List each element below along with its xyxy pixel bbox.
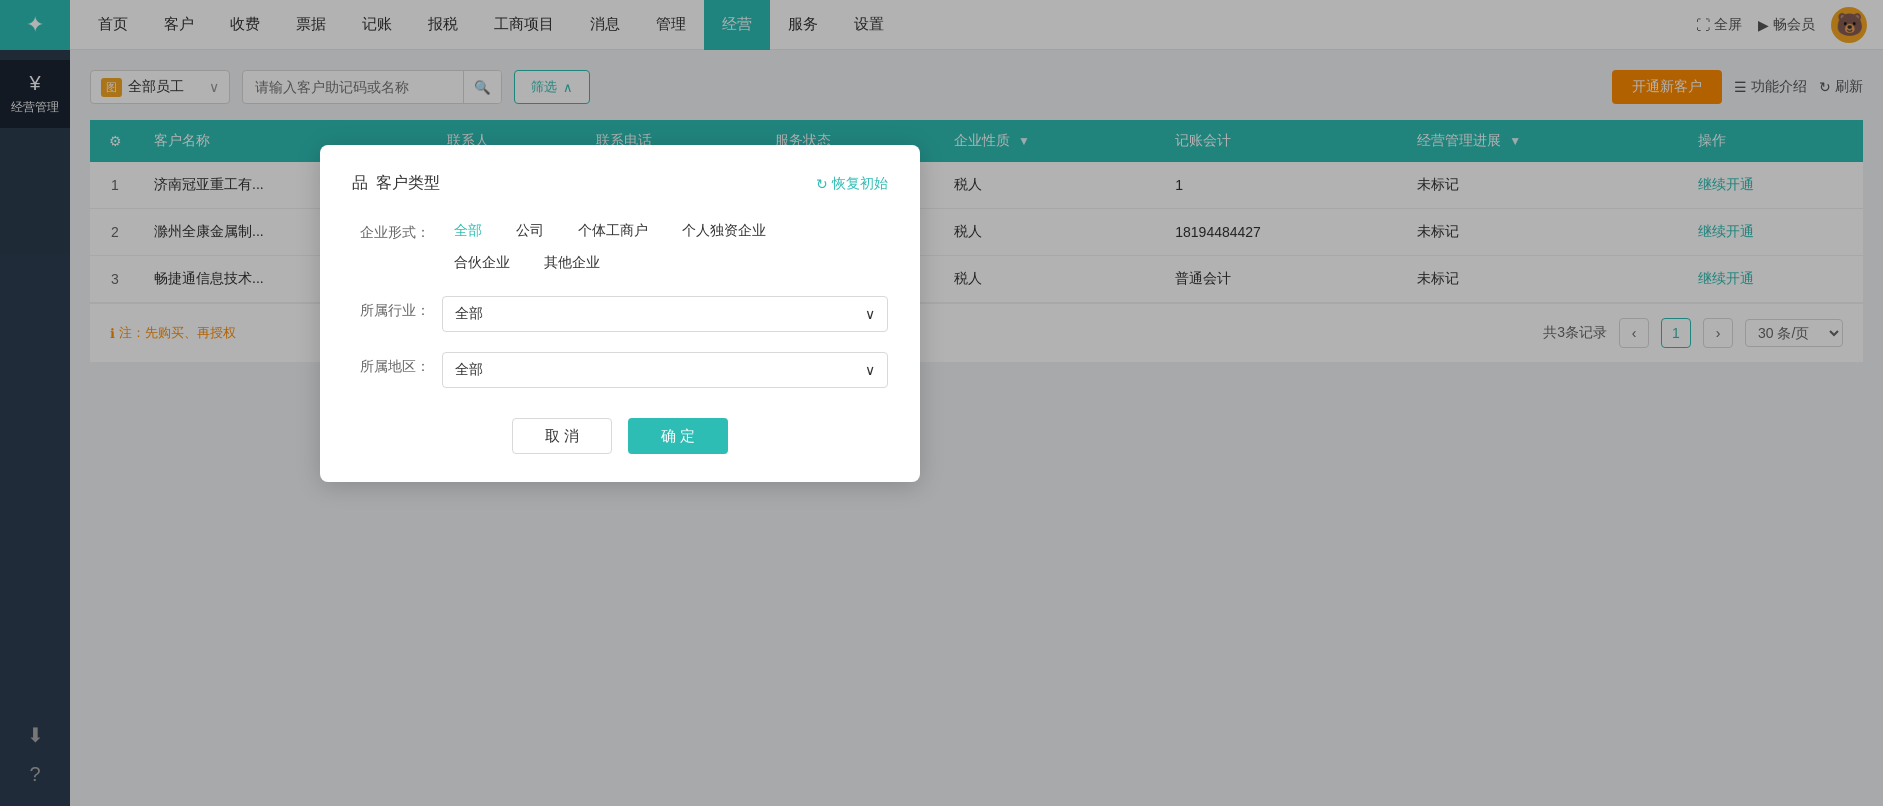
confirm-button[interactable]: 确 定: [628, 418, 728, 454]
filter-dialog: 品 客户类型 ↻ 恢复初始 企业形式： 全部 公司 个体工商户 个人独资企业 合…: [320, 145, 920, 482]
type-individual-business-button[interactable]: 个体工商户: [566, 218, 660, 244]
type-all-button[interactable]: 全部: [442, 218, 494, 244]
industry-dropdown-icon: ∨: [865, 306, 875, 322]
industry-label: 所属行业：: [352, 296, 442, 320]
filter-overlay: 品 客户类型 ↻ 恢复初始 企业形式： 全部 公司 个体工商户 个人独资企业 合…: [0, 0, 1883, 806]
region-row: 所属地区： 全部 ∨: [352, 352, 888, 388]
reset-icon: ↻: [816, 176, 828, 192]
filter-dialog-footer: 取 消 确 定: [352, 418, 888, 454]
type-partnership-button[interactable]: 合伙企业: [442, 250, 522, 276]
industry-select[interactable]: 全部 ∨: [442, 296, 888, 332]
type-other-button[interactable]: 其他企业: [532, 250, 612, 276]
customer-type-icon: 品: [352, 173, 368, 194]
region-dropdown-icon: ∨: [865, 362, 875, 378]
industry-row: 所属行业： 全部 ∨: [352, 296, 888, 332]
reset-button[interactable]: ↻ 恢复初始: [816, 175, 888, 193]
filter-dialog-title: 品 客户类型: [352, 173, 440, 194]
type-company-button[interactable]: 公司: [504, 218, 556, 244]
enterprise-types: 全部 公司 个体工商户 个人独资企业: [442, 218, 888, 244]
type-sole-proprietorship-button[interactable]: 个人独资企业: [670, 218, 778, 244]
filter-dialog-header: 品 客户类型 ↻ 恢复初始: [352, 173, 888, 194]
region-select-container: 全部 ∨: [442, 352, 888, 388]
region-label: 所属地区：: [352, 352, 442, 376]
industry-select-container: 全部 ∨: [442, 296, 888, 332]
enterprise-form-row: 企业形式： 全部 公司 个体工商户 个人独资企业 合伙企业 其他企业: [352, 218, 888, 276]
region-select[interactable]: 全部 ∨: [442, 352, 888, 388]
enterprise-types-row2: 合伙企业 其他企业: [442, 250, 888, 276]
enterprise-types-container: 全部 公司 个体工商户 个人独资企业 合伙企业 其他企业: [442, 218, 888, 276]
enterprise-form-label: 企业形式：: [352, 218, 442, 242]
cancel-button[interactable]: 取 消: [512, 418, 612, 454]
